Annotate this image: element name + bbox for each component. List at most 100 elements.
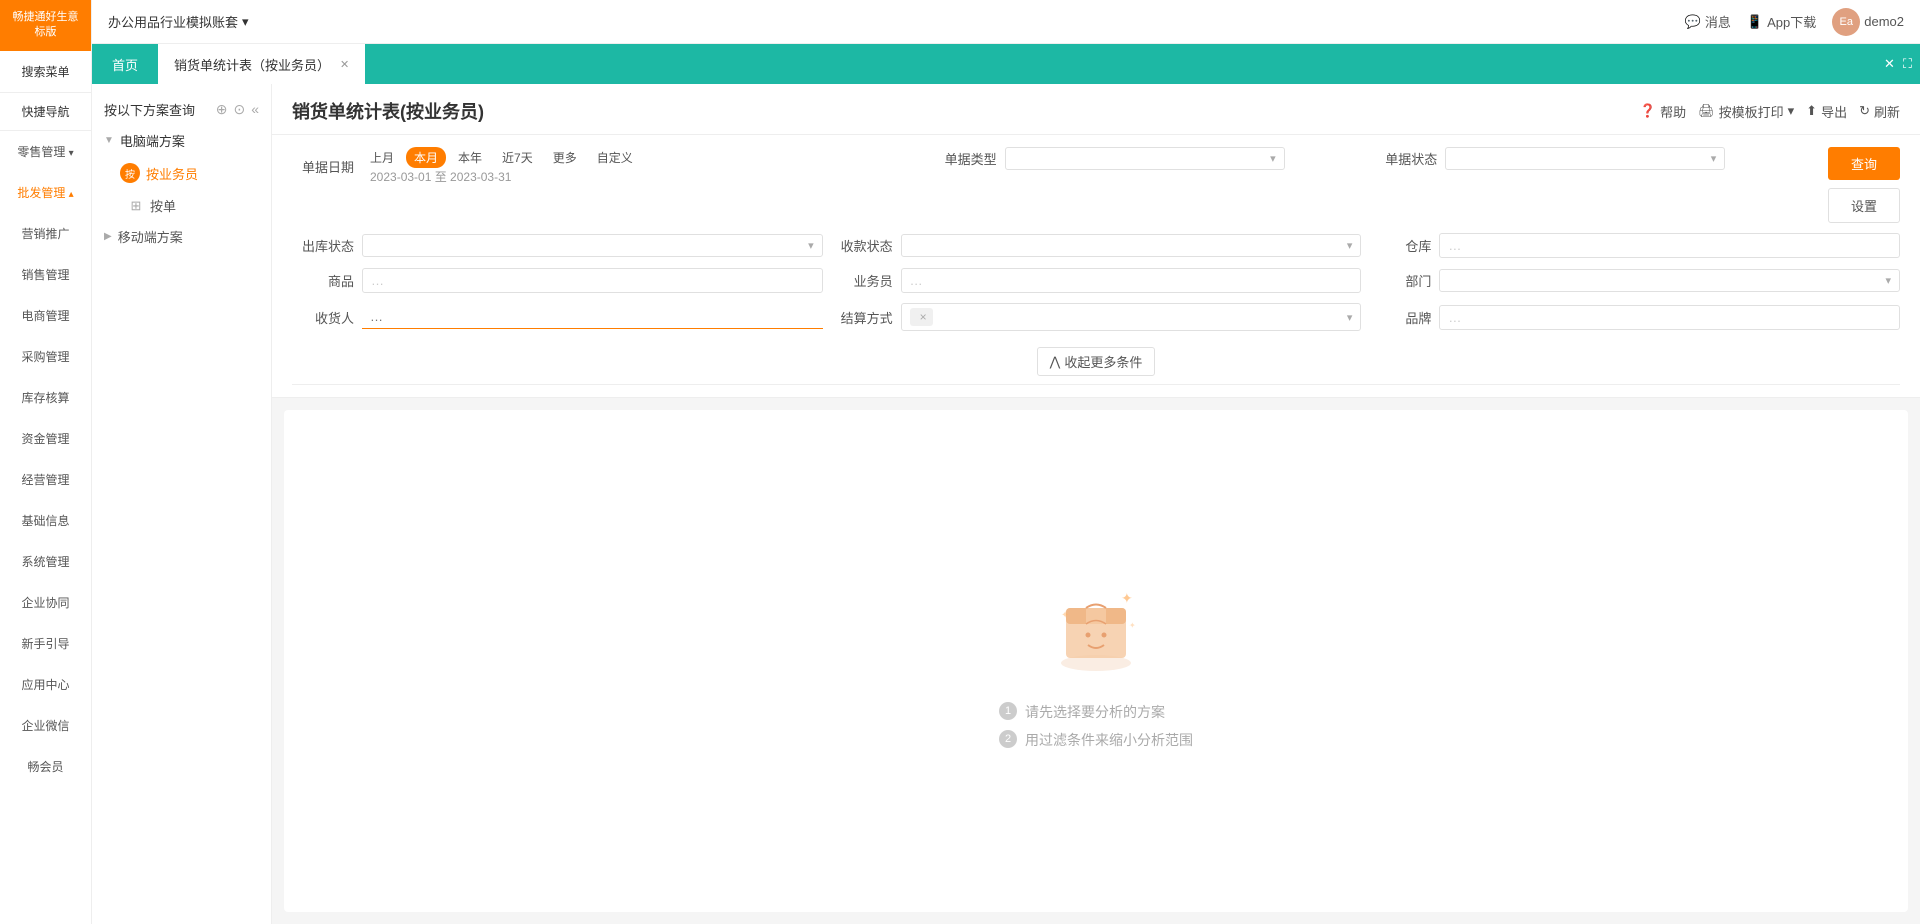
doc-type-select[interactable]: ▾ xyxy=(1005,147,1285,170)
add-plan-icon[interactable]: ⊕ xyxy=(216,101,228,118)
sidebar-item-wholesale[interactable]: 批发管理 ▴ xyxy=(0,172,91,213)
svg-text:✦: ✦ xyxy=(1061,610,1069,621)
collapse-button[interactable]: ⋀ 收起更多条件 xyxy=(1037,347,1156,376)
tree-desktop-label: 电脑端方案 xyxy=(120,131,185,150)
tree-item-by-order[interactable]: ⊞ 按单 xyxy=(92,190,271,221)
date-tab-more[interactable]: 更多 xyxy=(545,147,585,168)
workspace-chevron-icon: ▾ xyxy=(242,14,249,30)
workspace-selector[interactable]: 办公用品行业模拟账套 ▾ xyxy=(108,12,249,31)
sidebar-item-app-center[interactable]: 应用中心 xyxy=(0,664,91,705)
sidebar-item-purchase[interactable]: 采购管理 xyxy=(0,336,91,377)
download-icon: 📱 xyxy=(1747,14,1763,30)
filter-area: 单据日期 上月 本月 本年 近7天 更多 自定义 2023-03-01 至 20… xyxy=(272,135,1920,398)
page-header: 销货单统计表(按业务员) ❓ 帮助 🖨 按模板打印 ▾ ⬆ 导出 xyxy=(272,84,1920,135)
date-range-display: 2023-03-01 至 2023-03-31 xyxy=(370,168,641,185)
tab-maximize-icon[interactable]: ⛶ xyxy=(1903,56,1912,72)
consignee-input[interactable] xyxy=(362,305,823,329)
tab-close-icon[interactable]: ✕ xyxy=(340,58,349,71)
tip2-num: 2 xyxy=(999,730,1017,748)
empty-illustration: ✦ ✦ ✦ xyxy=(1041,573,1151,686)
sidebar-item-retail[interactable]: 零售管理 ▾ xyxy=(0,131,91,172)
tree-mobile-group[interactable]: ▶ 移动端方案 xyxy=(92,221,271,252)
expand-icon: ▼ xyxy=(104,135,114,146)
panel-icons: ⊕ ⊙ « xyxy=(216,101,259,118)
tree-item-by-order-label: 按单 xyxy=(150,196,176,215)
help-button[interactable]: ❓ 帮助 xyxy=(1640,102,1686,121)
goods-label: 商品 xyxy=(292,271,362,290)
date-tab-custom[interactable]: 自定义 xyxy=(589,147,641,168)
sidebar-item-quick-nav[interactable]: 快捷导航 xyxy=(0,93,91,131)
payment-method-select[interactable]: × ▾ xyxy=(901,303,1362,331)
collapse-panel-icon[interactable]: « xyxy=(251,101,259,118)
right-content: 销货单统计表(按业务员) ❓ 帮助 🖨 按模板打印 ▾ ⬆ 导出 xyxy=(272,84,1920,924)
sidebar-item-finance[interactable]: 资金管理 xyxy=(0,418,91,459)
username-label: demo2 xyxy=(1864,14,1904,29)
tab-home[interactable]: 首页 xyxy=(92,44,158,84)
refresh-icon: ↻ xyxy=(1859,103,1870,119)
date-tab-this-year[interactable]: 本年 xyxy=(450,147,490,168)
sidebar-item-basic[interactable]: 基础信息 xyxy=(0,500,91,541)
tab-minimize-icon[interactable]: ✕ xyxy=(1884,56,1895,72)
warehouse-select[interactable]: … xyxy=(1439,233,1900,258)
svg-text:✦: ✦ xyxy=(1121,590,1133,606)
tree-item-salesperson-label: 按业务员 xyxy=(146,164,198,183)
tab-controls: ✕ ⛶ xyxy=(1884,56,1912,72)
salesperson-select[interactable]: … xyxy=(901,268,1362,293)
tab-sales-stat-label: 销货单统计表（按业务员） xyxy=(174,55,330,74)
goods-select[interactable]: … xyxy=(362,268,823,293)
brand-select[interactable]: … xyxy=(1439,305,1900,330)
settings-icon[interactable]: ⊙ xyxy=(233,101,245,118)
tree-item-salesperson[interactable]: 按 按业务员 xyxy=(92,156,271,190)
tab-sales-stat[interactable]: 销货单统计表（按业务员） ✕ xyxy=(158,44,365,84)
sidebar-item-marketing[interactable]: 营销推广 xyxy=(0,213,91,254)
app-download-button[interactable]: 📱 App下载 xyxy=(1747,12,1816,31)
sidebar-item-ecommerce[interactable]: 电商管理 xyxy=(0,295,91,336)
sidebar-item-sales[interactable]: 销售管理 xyxy=(0,254,91,295)
help-label: 帮助 xyxy=(1660,102,1686,121)
logo[interactable]: 畅捷通好生意 标版 xyxy=(0,0,91,51)
workspace-label: 办公用品行业模拟账套 xyxy=(108,12,238,31)
out-status-select[interactable]: ▾ xyxy=(362,234,823,257)
sidebar: 畅捷通好生意 标版 搜索菜单 快捷导航 零售管理 ▾ 批发管理 ▴ 营销推广 销… xyxy=(0,0,92,924)
date-tab-last-month[interactable]: 上月 xyxy=(362,147,402,168)
topbar-left: 办公用品行业模拟账套 ▾ xyxy=(108,12,249,31)
export-icon: ⬆ xyxy=(1806,103,1817,119)
warehouse-label: 仓库 xyxy=(1369,236,1439,255)
message-button[interactable]: 💬 消息 xyxy=(1685,12,1731,31)
salesperson-label: 业务员 xyxy=(831,271,901,290)
department-select[interactable]: ▾ xyxy=(1439,269,1900,292)
template-print-button[interactable]: 🖨 按模板打印 ▾ xyxy=(1698,102,1794,121)
user-avatar[interactable]: Ea demo2 xyxy=(1832,8,1904,36)
template-print-label: 按模板打印 xyxy=(1719,102,1784,121)
payment-tag-close[interactable]: × xyxy=(920,310,927,324)
sidebar-item-system[interactable]: 系统管理 xyxy=(0,541,91,582)
sidebar-item-inventory[interactable]: 库存核算 xyxy=(0,377,91,418)
date-tab-this-month[interactable]: 本月 xyxy=(406,147,446,168)
page-title: 销货单统计表(按业务员) xyxy=(292,98,484,124)
by-order-icon: ⊞ xyxy=(128,198,144,214)
tip2-text: 用过滤条件来缩小分析范围 xyxy=(1025,730,1193,750)
date-tab-7days[interactable]: 近7天 xyxy=(494,147,541,168)
refresh-button[interactable]: ↻ 刷新 xyxy=(1859,102,1900,121)
sidebar-item-search-menu[interactable]: 搜索菜单 xyxy=(0,51,91,93)
query-button[interactable]: 查询 xyxy=(1828,147,1900,180)
sidebar-item-corp-wechat[interactable]: 企业微信 xyxy=(0,705,91,746)
doc-type-chevron: ▾ xyxy=(1270,152,1276,165)
salesperson-icon: 按 xyxy=(120,163,140,183)
doc-status-select[interactable]: ▾ xyxy=(1445,147,1725,170)
export-button[interactable]: ⬆ 导出 xyxy=(1806,102,1847,121)
tip1-num: 1 xyxy=(999,702,1017,720)
tree-desktop-group[interactable]: ▼ 电脑端方案 xyxy=(92,125,271,156)
payment-chevron: ▾ xyxy=(1347,311,1353,324)
sidebar-item-enterprise[interactable]: 企业协同 xyxy=(0,582,91,623)
empty-tips: 1 请先选择要分析的方案 2 用过滤条件来缩小分析范围 xyxy=(999,702,1193,750)
tip1-text: 请先选择要分析的方案 xyxy=(1025,702,1165,722)
receipt-status-select[interactable]: ▾ xyxy=(901,234,1362,257)
setting-button[interactable]: 设置 xyxy=(1828,188,1900,223)
sidebar-item-newbie[interactable]: 新手引导 xyxy=(0,623,91,664)
sidebar-item-member[interactable]: 畅会员 xyxy=(0,746,91,787)
collapse-label: 收起更多条件 xyxy=(1064,352,1142,371)
sidebar-item-operations[interactable]: 经营管理 xyxy=(0,459,91,500)
out-status-chevron: ▾ xyxy=(808,239,814,252)
box-svg: ✦ ✦ ✦ xyxy=(1041,573,1151,683)
